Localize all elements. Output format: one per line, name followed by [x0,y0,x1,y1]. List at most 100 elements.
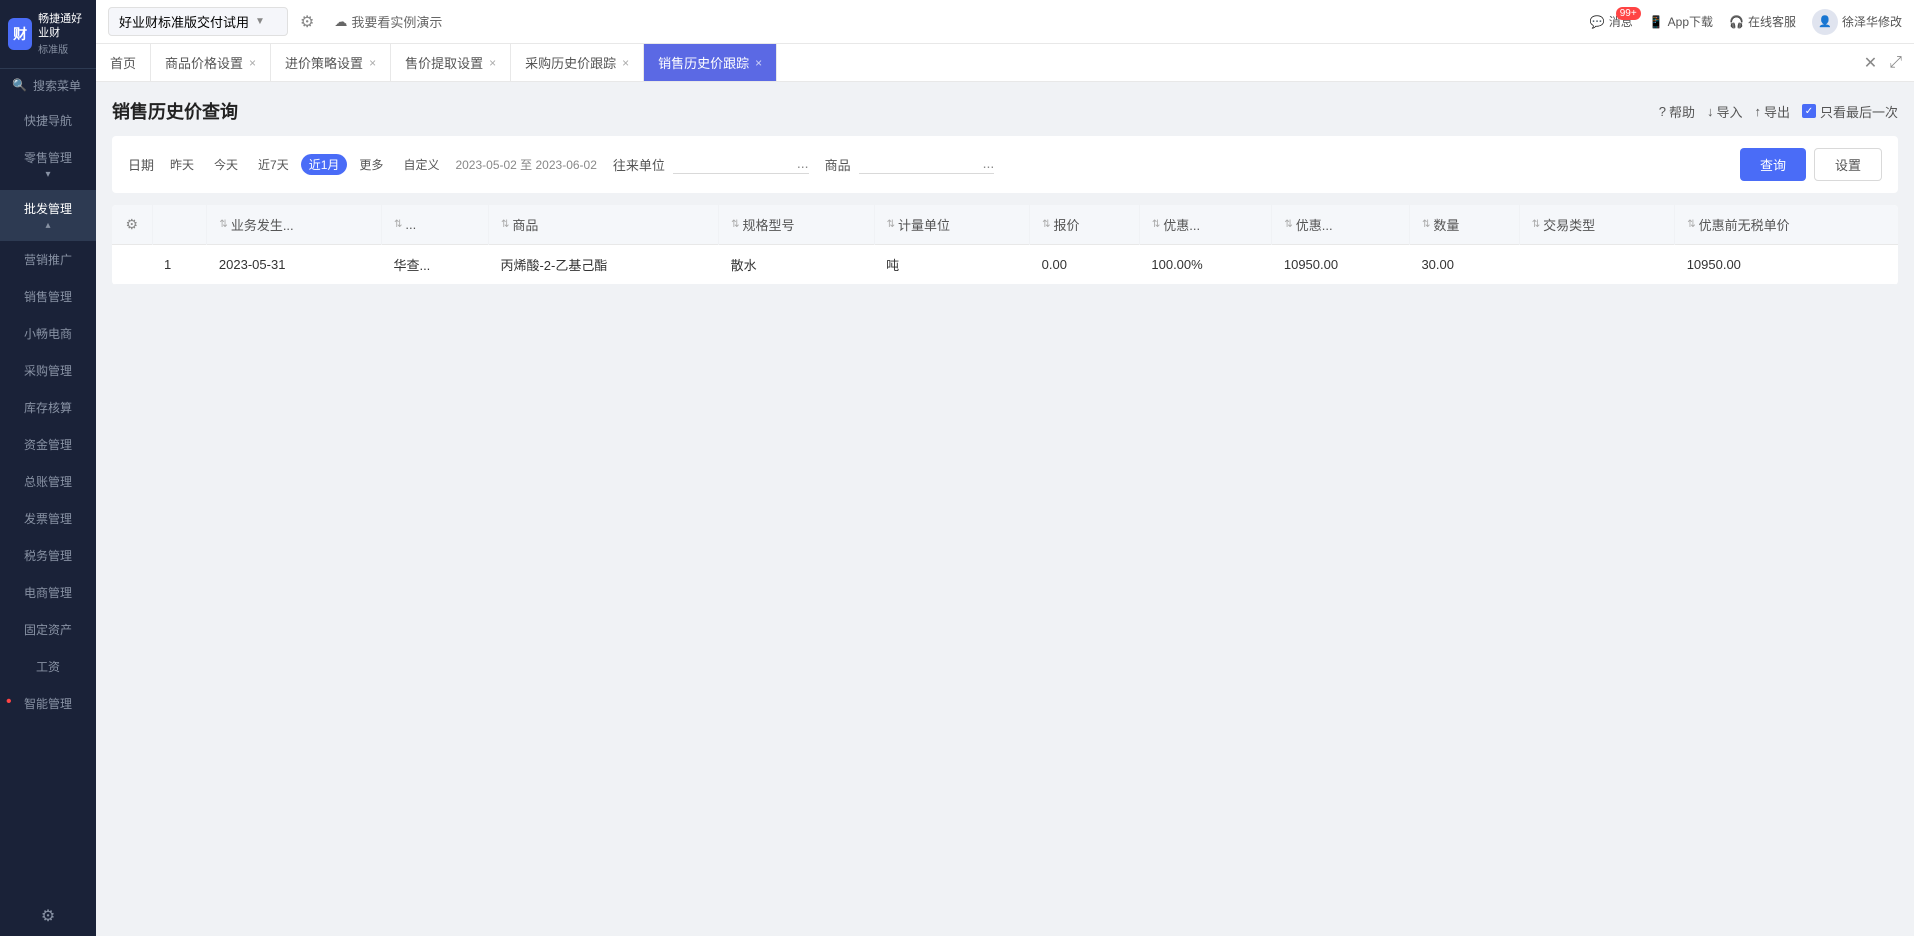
sidebar-item-smart[interactable]: 智能管理 [0,685,96,722]
sidebar-item-tax[interactable]: 税务管理 [0,537,96,574]
table-settings-icon[interactable]: ⚙ [125,216,138,232]
sidebar-item-ecommerce[interactable]: 电商管理 [0,574,96,611]
tab-close-price-extract[interactable]: × [489,56,496,70]
date-btn-yesterday[interactable]: 昨天 [162,154,202,175]
query-button[interactable]: 查询 [1740,148,1806,181]
sort-icon-biz-date[interactable]: ⇅ [219,219,227,230]
app-name: 畅捷通好业财 [38,12,88,41]
expand-tabbar-button[interactable]: ⤢ [1885,52,1906,74]
tabbar: 首页 商品价格设置 × 进价策略设置 × 售价提取设置 × 采购历史价跟踪 × … [96,44,1914,82]
product-label: 商品 [825,155,851,174]
tab-close-sales-history[interactable]: × [755,56,762,70]
chevron-up-icon: ▴ [45,220,50,231]
row-discount-price: 10950.00 [1272,245,1410,285]
tab-purchase-strategy[interactable]: 进价策略设置 × [271,44,391,82]
sidebar-item-invoice[interactable]: 发票管理 [0,500,96,537]
col-discount-price: ⇅ 优惠... [1272,205,1410,245]
app-download-button[interactable]: 📱 App下载 [1649,13,1713,30]
help-icon: ? [1659,104,1666,119]
sidebar-item-ledger[interactable]: 总账管理 [0,463,96,500]
sort-icon-discount-rate[interactable]: ⇅ [1152,219,1160,230]
row-extra: 华查... [381,245,488,285]
date-btn-more[interactable]: 更多 [351,154,391,175]
sidebar-bottom: ⚙ [0,896,96,936]
module-settings-icon[interactable]: ⚙ [296,8,318,36]
only-last-checkbox[interactable]: 只看最后一次 [1802,102,1898,121]
settings-icon[interactable]: ⚙ [41,906,55,926]
phone-icon: 📱 [1649,15,1664,29]
row-product: 丙烯酸-2-乙基己酯 [488,245,718,285]
sidebar-item-marketing[interactable]: 营销推广 [0,241,96,278]
headset-icon: 🎧 [1729,15,1744,29]
date-btn-custom[interactable]: 自定义 [395,154,447,175]
sort-icon-discount-price[interactable]: ⇅ [1284,219,1292,230]
row-discount-rate: 100.00% [1139,245,1271,285]
checkbox-checked-icon [1802,104,1816,118]
date-buttons: 昨天 今天 近7天 近1月 更多 自定义 [162,154,447,175]
message-badge: 99+ [1616,7,1641,20]
sidebar-item-inventory[interactable]: 库存核算 [0,389,96,426]
col-trade-type: ⇅ 交易类型 [1519,205,1674,245]
sidebar-item-purchase[interactable]: 采购管理 [0,352,96,389]
sidebar-item-assets[interactable]: 固定资产 [0,611,96,648]
main-area: 好业财标准版交付试用 ▼ ⚙ ☁ 我要看实例演示 💬 消息 99+ 📱 App下… [96,0,1914,936]
sidebar-item-wholesale[interactable]: 批发管理 ▴ [0,190,96,241]
col-biz-date: ⇅ 业务发生... [207,205,382,245]
help-link[interactable]: ? 帮助 [1659,102,1695,121]
sidebar-item-quick-nav[interactable]: 快捷导航 [0,102,96,139]
row-pretax-unit-price: 10950.00 [1675,245,1898,285]
module-selector-label: 好业财标准版交付试用 [119,12,249,31]
tab-purchase-history[interactable]: 采购历史价跟踪 × [511,44,644,82]
close-all-tabs-button[interactable]: ✕ [1860,51,1881,75]
settings-button[interactable]: 设置 [1814,148,1882,181]
import-link[interactable]: ↓ 导入 [1707,102,1743,121]
sort-icon-quantity[interactable]: ⇅ [1422,219,1430,230]
tab-price-extract[interactable]: 售价提取设置 × [391,44,511,82]
row-biz-date: 2023-05-31 [207,245,382,285]
sidebar-search[interactable]: 🔍 搜索菜单 [0,69,96,102]
tab-close-purchase-strategy[interactable]: × [369,56,376,70]
export-link[interactable]: ↑ 导出 [1754,102,1790,121]
date-filter-group: 日期 昨天 今天 近7天 近1月 更多 自定义 2023-05-02 至 202… [128,154,597,175]
row-unit: 吨 [874,245,1029,285]
topbar-right: 💬 消息 99+ 📱 App下载 🎧 在线客服 👤 徐泽华修改 [1590,9,1902,35]
product-input[interactable] [859,156,979,171]
source-unit-dots[interactable]: ... [797,155,809,171]
sort-icon-unit[interactable]: ⇅ [887,219,895,230]
sidebar-item-sales[interactable]: 销售管理 [0,278,96,315]
table-row: 1 2023-05-31 华查... 丙烯酸-2-乙基己酯 散水 吨 0.00 … [112,245,1898,285]
date-btn-today[interactable]: 今天 [206,154,246,175]
sidebar-item-finance[interactable]: 资金管理 [0,426,96,463]
product-filter-group: 商品 ... [825,155,995,174]
user-profile[interactable]: 👤 徐泽华修改 [1812,9,1902,35]
sort-icon-extra[interactable]: ⇅ [394,219,402,230]
sort-icon-trade-type[interactable]: ⇅ [1532,219,1540,230]
sort-icon-list-price[interactable]: ⇅ [1042,219,1050,230]
tab-price-setting[interactable]: 商品价格设置 × [151,44,271,82]
product-dots[interactable]: ... [983,155,995,171]
table-wrap: ⚙ ⇅ 业务发生... ⇅ ... [112,205,1898,285]
message-icon: 💬 [1590,15,1605,29]
sidebar-item-ecommerce-small[interactable]: 小畅电商 [0,315,96,352]
row-trade-type [1519,245,1674,285]
page-header: 销售历史价查询 ? 帮助 ↓ 导入 ↑ 导出 只看最后一次 [112,98,1898,124]
source-unit-input[interactable] [673,156,793,171]
module-selector[interactable]: 好业财标准版交付试用 ▼ [108,7,288,36]
tab-sales-history[interactable]: 销售历史价跟踪 × [644,44,777,82]
online-service-button[interactable]: 🎧 在线客服 [1729,13,1796,30]
sidebar-item-retail[interactable]: 零售管理 ▾ [0,139,96,190]
col-quantity: ⇅ 数量 [1409,205,1519,245]
sort-icon-product[interactable]: ⇅ [501,219,509,230]
date-btn-last1m[interactable]: 近1月 [301,154,348,175]
message-button[interactable]: 💬 消息 99+ [1590,13,1633,30]
date-btn-last7[interactable]: 近7天 [250,154,297,175]
col-gear: ⚙ [112,205,152,245]
tab-home[interactable]: 首页 [96,44,151,82]
tab-close-price-setting[interactable]: × [249,56,256,70]
sort-icon-spec[interactable]: ⇅ [731,219,739,230]
date-range-text: 2023-05-02 至 2023-06-02 [455,156,596,173]
sidebar-item-payroll[interactable]: 工资 [0,648,96,685]
tab-close-purchase-history[interactable]: × [622,56,629,70]
sort-icon-pretax-unit-price[interactable]: ⇅ [1687,219,1695,230]
demo-button[interactable]: ☁ 我要看实例演示 [326,8,450,35]
